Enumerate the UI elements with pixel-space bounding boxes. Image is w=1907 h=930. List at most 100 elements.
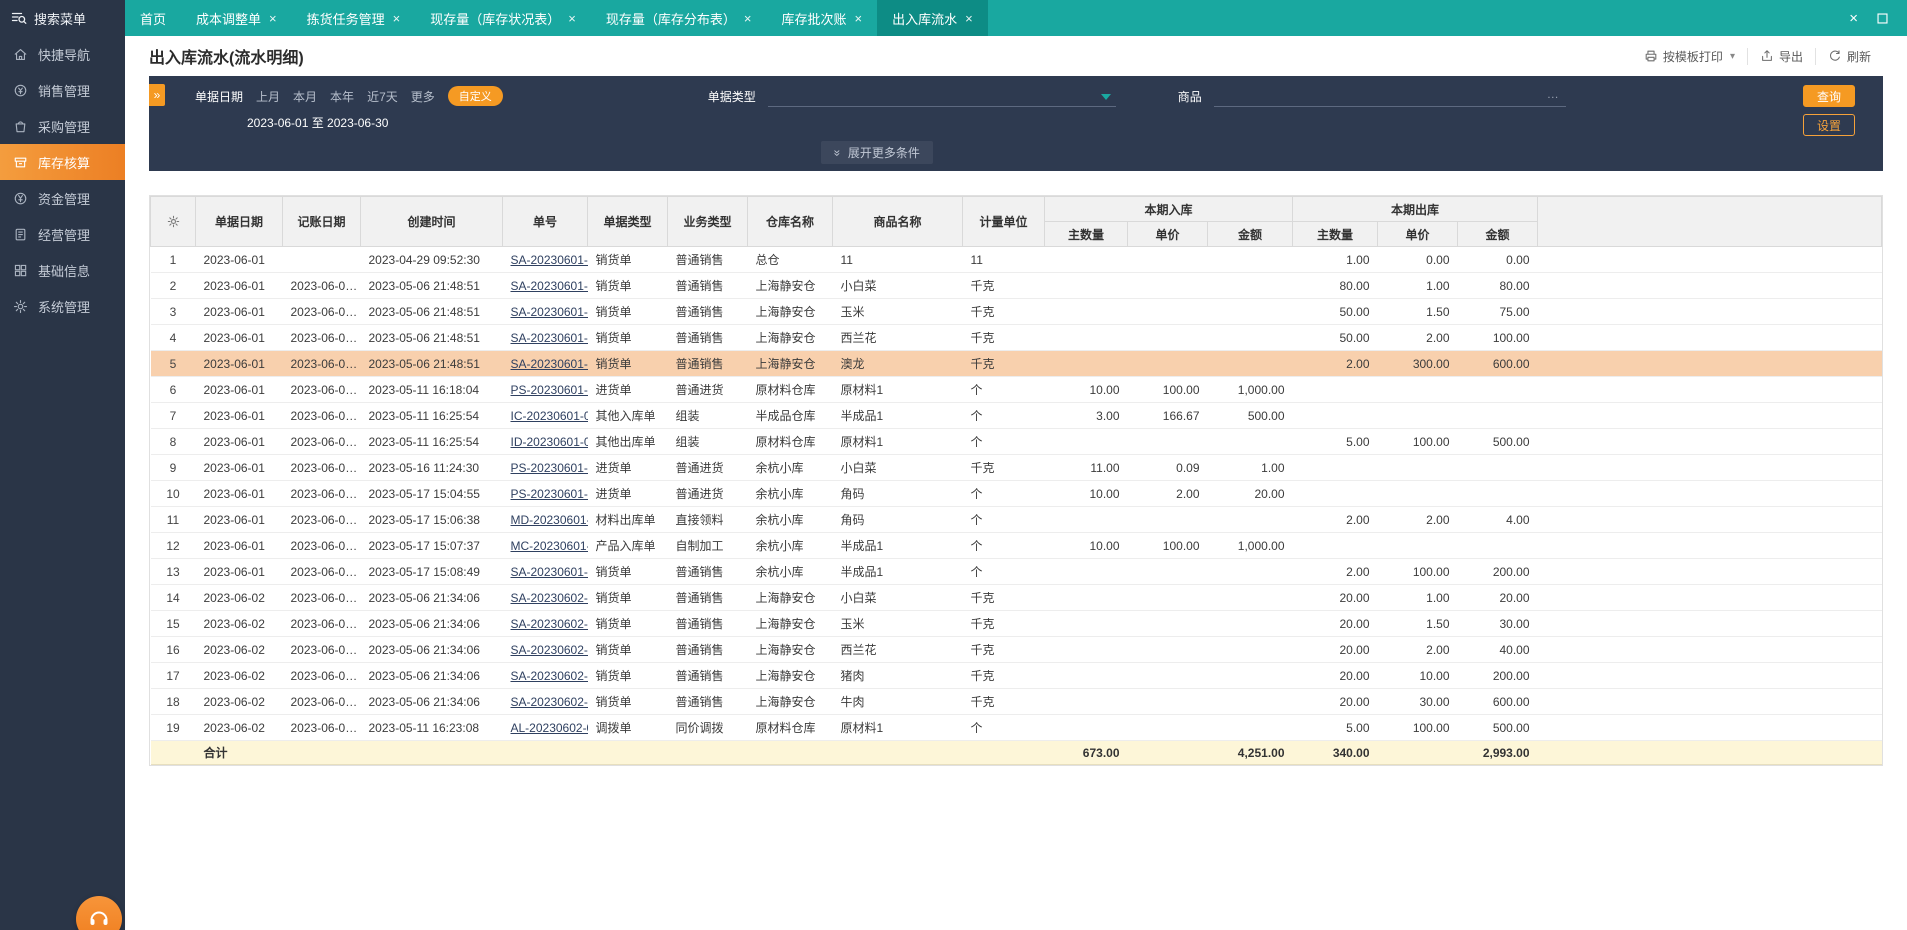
export-button[interactable]: 导出: [1746, 47, 1815, 65]
expand-more-conditions-button[interactable]: » 展开更多条件: [821, 141, 933, 164]
date-option-custom[interactable]: 自定义: [447, 86, 503, 106]
doc-no-link[interactable]: SA-20230601-0: [511, 279, 588, 293]
col-header-out-qty[interactable]: 主数量: [1292, 221, 1379, 247]
doc-no-link[interactable]: SA-20230601-0: [511, 305, 588, 319]
table-row[interactable]: 9 2023-06-01 2023-06-0… 2023-05-16 11:24…: [150, 454, 1882, 481]
date-option-more[interactable]: 更多: [411, 88, 435, 105]
print-by-template-button[interactable]: 按模板打印 ▾: [1632, 48, 1747, 65]
doc-no-link[interactable]: SA-20230602-0: [511, 617, 588, 631]
sidebar-item-funds[interactable]: 资金管理: [0, 180, 125, 216]
doc-no-link[interactable]: AL-20230602-0: [511, 721, 588, 735]
col-header-out-amount[interactable]: 金额: [1457, 221, 1539, 247]
tab-close-icon[interactable]: ×: [965, 12, 973, 25]
col-header-warehouse[interactable]: 仓库名称: [747, 196, 833, 247]
col-header-doc-date[interactable]: 单据日期: [195, 196, 283, 247]
tab-stock-distribution[interactable]: 现存量（库存分布表） ×: [591, 0, 767, 36]
doc-no-link[interactable]: PS-20230601-0: [511, 383, 588, 397]
more-options-icon[interactable]: …: [1547, 87, 1560, 101]
col-header-created[interactable]: 创建时间: [360, 196, 503, 247]
sidebar-item-purchase[interactable]: 采购管理: [0, 108, 125, 144]
sidebar-item-inventory[interactable]: 库存核算: [0, 144, 125, 180]
cell-out-amount: 200.00: [1457, 558, 1538, 585]
doc-no-link[interactable]: SA-20230602-0: [511, 669, 588, 683]
tab-in-out-flow[interactable]: 出入库流水 ×: [877, 0, 988, 36]
table-row[interactable]: 2 2023-06-01 2023-06-0… 2023-05-06 21:48…: [150, 272, 1882, 299]
sidebar-item-base-info[interactable]: 基础信息: [0, 252, 125, 288]
table-row[interactable]: 11 2023-06-01 2023-06-0… 2023-05-17 15:0…: [150, 506, 1882, 533]
table-row[interactable]: 16 2023-06-02 2023-06-0… 2023-05-06 21:3…: [150, 636, 1882, 663]
date-option-this-month[interactable]: 本月: [293, 88, 317, 105]
doc-no-link[interactable]: SA-20230601-0: [511, 253, 588, 267]
doc-no-link[interactable]: SA-20230601-0: [511, 331, 588, 345]
cell-product: 半成品1: [832, 402, 963, 429]
doc-no-link[interactable]: ID-20230601-0: [511, 435, 588, 449]
tab-stock-status[interactable]: 现存量（库存状况表） ×: [415, 0, 591, 36]
refresh-button[interactable]: 刷新: [1814, 47, 1883, 65]
column-settings-button[interactable]: [150, 196, 196, 247]
table-row[interactable]: 13 2023-06-01 2023-06-0… 2023-05-17 15:0…: [150, 558, 1882, 585]
col-header-doc-no[interactable]: 单号: [502, 196, 588, 247]
doc-no-link[interactable]: SA-20230602-0: [511, 643, 588, 657]
doc-no-link[interactable]: SA-20230602-0: [511, 591, 588, 605]
table-row[interactable]: 14 2023-06-02 2023-06-0… 2023-05-06 21:3…: [150, 584, 1882, 611]
tab-close-icon[interactable]: ×: [393, 12, 401, 25]
col-header-doc-type[interactable]: 单据类型: [587, 196, 668, 247]
query-button[interactable]: 查询: [1803, 85, 1855, 107]
sidebar-item-operations[interactable]: 经营管理: [0, 216, 125, 252]
col-header-in-qty[interactable]: 主数量: [1044, 221, 1128, 247]
doc-no-link[interactable]: MC-20230601-0: [511, 539, 588, 553]
product-select[interactable]: …: [1213, 86, 1566, 107]
col-header-biz-type[interactable]: 业务类型: [667, 196, 748, 247]
settings-button[interactable]: 设置: [1803, 114, 1855, 136]
table-row[interactable]: 6 2023-06-01 2023-06-0… 2023-05-11 16:18…: [150, 376, 1882, 403]
table-row[interactable]: 3 2023-06-01 2023-06-0… 2023-05-06 21:48…: [150, 298, 1882, 325]
table-row[interactable]: 7 2023-06-01 2023-06-0… 2023-05-11 16:25…: [150, 402, 1882, 429]
table-row[interactable]: 18 2023-06-02 2023-06-0… 2023-05-06 21:3…: [150, 688, 1882, 715]
table-row[interactable]: 5 2023-06-01 2023-06-0… 2023-05-06 21:48…: [150, 350, 1882, 377]
table-row[interactable]: 8 2023-06-01 2023-06-0… 2023-05-11 16:25…: [150, 428, 1882, 455]
date-option-last-7-days[interactable]: 近7天: [367, 88, 398, 105]
table-row[interactable]: 1 2023-06-01 2023-04-29 09:52:30 SA-2023…: [150, 246, 1882, 273]
col-header-in-price[interactable]: 单价: [1127, 221, 1208, 247]
date-range-value[interactable]: 2023-06-01 至 2023-06-30: [247, 114, 503, 130]
tab-close-icon[interactable]: ×: [744, 12, 752, 25]
table-row[interactable]: 4 2023-06-01 2023-06-0… 2023-05-06 21:48…: [150, 324, 1882, 351]
tab-picking-task[interactable]: 拣货任务管理 ×: [292, 0, 416, 36]
sidebar-item-quick-nav[interactable]: 快捷导航: [0, 36, 125, 72]
tab-close-icon[interactable]: ×: [568, 12, 576, 25]
tab-close-icon[interactable]: ×: [269, 12, 277, 25]
doc-no-link[interactable]: IC-20230601-0: [511, 409, 588, 423]
sidebar-item-system[interactable]: 系统管理: [0, 288, 125, 324]
doc-no-link[interactable]: SA-20230601-0: [511, 357, 588, 371]
col-header-out-price[interactable]: 单价: [1377, 221, 1459, 247]
cell-doc-type: 进货单: [587, 376, 668, 403]
sidebar-search-menu[interactable]: 搜索菜单: [0, 0, 125, 36]
doc-no-link[interactable]: SA-20230602-0: [511, 695, 588, 709]
cell-in-price: [1127, 636, 1208, 663]
table-row[interactable]: 10 2023-06-01 2023-06-0… 2023-05-17 15:0…: [150, 480, 1882, 507]
date-option-this-year[interactable]: 本年: [330, 88, 354, 105]
col-header-acct-date[interactable]: 记账日期: [282, 196, 361, 247]
tab-cost-adjustment[interactable]: 成本调整单 ×: [181, 0, 292, 36]
doc-no-link[interactable]: PS-20230601-0: [511, 461, 588, 475]
table-row[interactable]: 15 2023-06-02 2023-06-0… 2023-05-06 21:3…: [150, 610, 1882, 637]
date-option-last-month[interactable]: 上月: [256, 88, 280, 105]
tab-batch-ledger[interactable]: 库存批次账 ×: [766, 0, 877, 36]
doc-no-link[interactable]: MD-20230601-0: [511, 513, 588, 527]
doc-no-link[interactable]: SA-20230601-0: [511, 565, 588, 579]
cell-in-amount: [1207, 324, 1293, 351]
col-header-unit[interactable]: 计量单位: [962, 196, 1045, 247]
doc-type-select[interactable]: [767, 86, 1116, 107]
tab-layout-icon[interactable]: [1876, 12, 1889, 25]
doc-no-link[interactable]: PS-20230601-0: [511, 487, 588, 501]
sidebar-item-sales[interactable]: 销售管理: [0, 72, 125, 108]
tab-home[interactable]: 首页: [125, 0, 181, 36]
table-row[interactable]: 12 2023-06-01 2023-06-0… 2023-05-17 15:0…: [150, 532, 1882, 559]
col-header-in-amount[interactable]: 金额: [1206, 221, 1294, 247]
table-row[interactable]: 17 2023-06-02 2023-06-0… 2023-05-06 21:3…: [150, 662, 1882, 689]
tab-close-icon[interactable]: ×: [854, 12, 862, 25]
close-all-tabs-icon[interactable]: ×: [1849, 11, 1858, 26]
col-header-product[interactable]: 商品名称: [832, 196, 963, 247]
collapse-filter-handle[interactable]: »: [149, 84, 165, 106]
table-row[interactable]: 19 2023-06-02 2023-06-0… 2023-05-11 16:2…: [150, 714, 1882, 741]
